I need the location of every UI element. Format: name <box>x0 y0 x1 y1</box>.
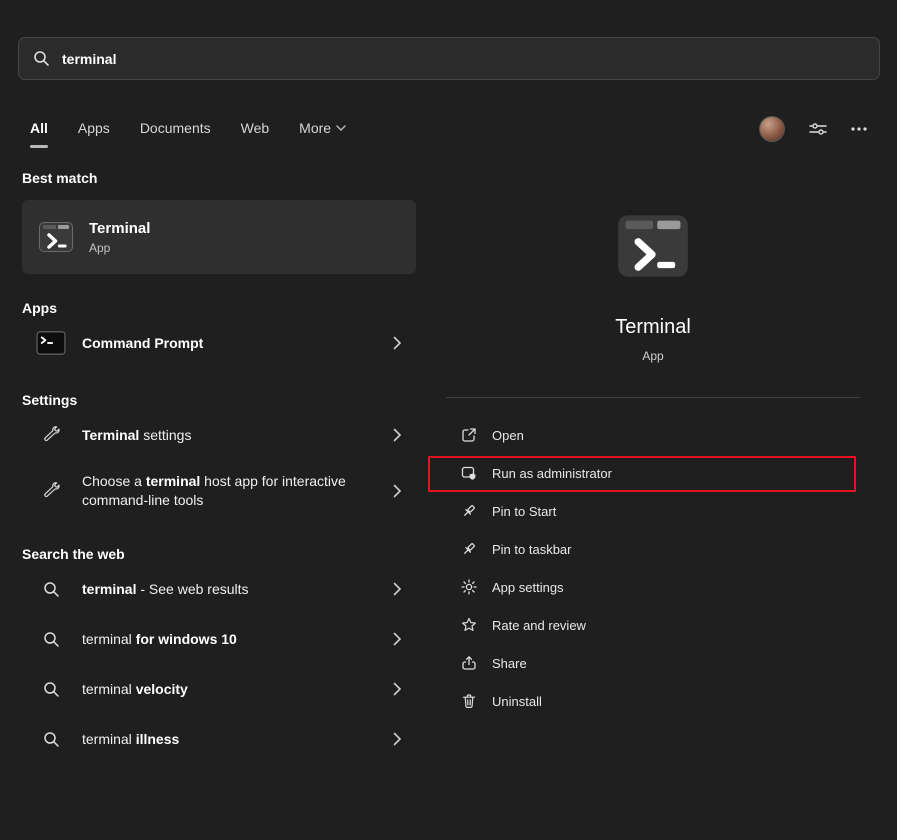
open-external-icon <box>461 427 477 443</box>
tab-documents[interactable]: Documents <box>140 120 211 138</box>
action-uninstall[interactable]: Uninstall <box>428 682 878 720</box>
tab-more[interactable]: More <box>299 120 346 138</box>
web-suggestion-row[interactable]: terminal velocity <box>22 666 416 712</box>
search-the-web-heading: Search the web <box>22 546 416 562</box>
apps-heading: Apps <box>22 300 416 316</box>
gear-icon <box>461 579 477 595</box>
more-options-ellipsis-icon[interactable] <box>851 127 867 131</box>
tabs-right-cluster <box>759 116 867 142</box>
chevron-right-icon <box>393 428 402 442</box>
search-icon <box>36 581 66 598</box>
terminal-app-icon <box>38 219 74 255</box>
action-run-as-administrator[interactable]: Run as administrator <box>428 454 878 492</box>
action-pin-to-taskbar[interactable]: Pin to taskbar <box>428 530 878 568</box>
suggestion-text: terminal - See web results <box>82 580 249 599</box>
chevron-right-icon <box>393 682 402 696</box>
search-icon <box>36 631 66 648</box>
web-suggestion-row[interactable]: terminal illness <box>22 716 416 762</box>
best-match-title: Terminal <box>89 220 150 237</box>
search-filter-tabs: All Apps Documents Web More <box>30 112 867 146</box>
context-actions-list: Open Run as administrator <box>428 416 878 720</box>
admin-shield-icon <box>461 465 477 481</box>
suggestion-text: terminal illness <box>82 730 179 749</box>
chevron-down-icon <box>336 125 346 131</box>
windows-search-flyout: All Apps Documents Web More <box>0 0 904 840</box>
chevron-right-icon <box>393 484 402 498</box>
search-icon <box>33 50 50 67</box>
result-title: Terminal settings <box>82 426 191 445</box>
share-icon <box>461 655 477 671</box>
star-icon <box>461 617 477 633</box>
preview-app-name: Terminal <box>615 316 691 339</box>
result-title: Command Prompt <box>82 334 203 353</box>
action-share[interactable]: Share <box>428 644 878 682</box>
action-label: Pin to Start <box>492 504 556 519</box>
result-title: Choose a terminal host app for interacti… <box>82 472 362 510</box>
web-suggestion-row[interactable]: terminal for windows 10 <box>22 616 416 662</box>
result-terminal-settings[interactable]: Terminal settings <box>22 412 416 458</box>
search-icon <box>36 681 66 698</box>
settings-heading: Settings <box>22 392 416 408</box>
tools-icon <box>36 480 66 502</box>
action-label: App settings <box>492 580 564 595</box>
web-suggestion-row[interactable]: terminal - See web results <box>22 566 416 612</box>
tools-icon <box>36 424 66 446</box>
chevron-right-icon <box>393 582 402 596</box>
preview-app-type: App <box>642 349 663 363</box>
terminal-app-icon-large <box>615 208 691 284</box>
search-bar[interactable] <box>18 37 880 80</box>
action-label: Pin to taskbar <box>492 542 572 557</box>
results-column: Best match Terminal App Apps <box>22 170 416 762</box>
chevron-right-icon <box>393 732 402 746</box>
user-avatar[interactable] <box>759 116 785 142</box>
suggestion-text: terminal for windows 10 <box>82 630 237 649</box>
search-input[interactable] <box>62 51 865 67</box>
result-choose-terminal-host-app[interactable]: Choose a terminal host app for interacti… <box>22 462 416 520</box>
pin-icon <box>461 503 477 519</box>
suggestion-text: terminal velocity <box>82 680 188 699</box>
action-label: Rate and review <box>492 618 586 633</box>
search-menu-surface: All Apps Documents Web More <box>0 0 897 840</box>
tab-apps[interactable]: Apps <box>78 120 110 138</box>
best-match-text: Terminal App <box>89 220 150 255</box>
result-command-prompt[interactable]: Command Prompt <box>22 320 416 366</box>
tab-web[interactable]: Web <box>241 120 270 138</box>
action-rate-and-review[interactable]: Rate and review <box>428 606 878 644</box>
preview-panel: Terminal App Open <box>428 170 878 832</box>
chevron-right-icon <box>393 336 402 350</box>
action-label: Open <box>492 428 524 443</box>
best-match-result-terminal[interactable]: Terminal App <box>22 200 416 274</box>
action-pin-to-start[interactable]: Pin to Start <box>428 492 878 530</box>
trash-icon <box>461 693 477 709</box>
tab-all[interactable]: All <box>30 120 48 138</box>
best-match-subtitle: App <box>89 241 150 255</box>
action-open[interactable]: Open <box>428 416 878 454</box>
action-app-settings[interactable]: App settings <box>428 568 878 606</box>
chevron-right-icon <box>393 632 402 646</box>
action-label: Share <box>492 656 527 671</box>
search-icon <box>36 731 66 748</box>
action-label: Run as administrator <box>492 466 612 481</box>
action-label: Uninstall <box>492 694 542 709</box>
pin-icon <box>461 541 477 557</box>
best-match-heading: Best match <box>22 170 416 186</box>
preview-divider <box>446 397 860 398</box>
command-prompt-icon <box>36 330 66 356</box>
search-options-sliders-icon[interactable] <box>809 121 827 137</box>
